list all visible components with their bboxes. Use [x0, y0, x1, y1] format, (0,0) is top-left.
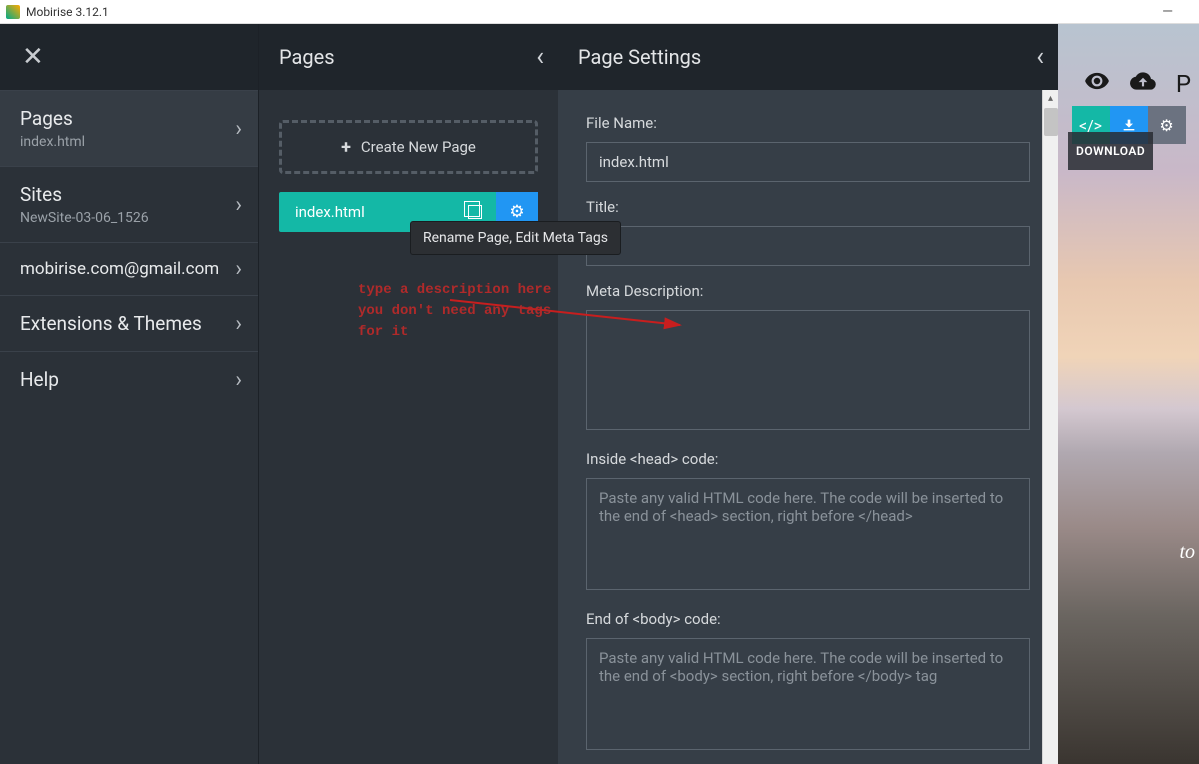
sidebar-item-label: Extensions & Themes [20, 312, 238, 335]
page-settings-tooltip: Rename Page, Edit Meta Tags [410, 221, 621, 255]
sidebar-item-help[interactable]: Help › [0, 351, 258, 407]
app-icon [6, 5, 20, 19]
close-icon[interactable]: ✕ [22, 42, 44, 72]
back-chevron-icon[interactable]: ‹ [1036, 42, 1044, 72]
annotation-text: type a description here you don't need a… [358, 280, 551, 343]
body-code-label: End of <body> code: [586, 610, 1030, 628]
preview-pane: </> ⚙ DOWNLOAD to [1058, 24, 1199, 764]
back-chevron-icon[interactable]: ‹ [536, 42, 544, 72]
copy-icon [468, 205, 482, 219]
chevron-right-icon: › [235, 367, 242, 392]
settings-body: File Name: Title: Meta Description: Insi… [558, 90, 1058, 764]
meta-description-input[interactable] [586, 310, 1030, 430]
sidebar-item-account[interactable]: mobirise.com@gmail.com › [0, 242, 258, 295]
letter-p-icon: P [1176, 70, 1191, 98]
settings-panel-title: Page Settings [578, 45, 701, 69]
sidebar-item-pages[interactable]: Pages index.html › [0, 90, 258, 166]
file-name-input[interactable] [586, 142, 1030, 182]
sidebar-item-sublabel: index.html [20, 134, 238, 150]
gear-icon: ⚙ [1159, 116, 1173, 135]
preview-eye-icon[interactable] [1084, 68, 1110, 100]
pages-panel: Pages ‹ + Create New Page index.html ⚙ [258, 24, 558, 764]
download-label: DOWNLOAD [1068, 132, 1153, 170]
scroll-up-icon[interactable]: ▴ [1043, 90, 1058, 106]
page-name: index.html [279, 203, 454, 221]
chevron-right-icon: › [235, 116, 242, 141]
window-title: Mobirise 3.12.1 [26, 5, 109, 19]
sidebar-item-sublabel: NewSite-03-06_1526 [20, 210, 238, 226]
top-right-toolbar: P [1059, 54, 1199, 114]
sidebar-item-label: Help [20, 368, 238, 391]
chevron-right-icon: › [235, 192, 242, 217]
head-code-label: Inside <head> code: [586, 450, 1030, 468]
title-input[interactable] [586, 226, 1030, 266]
main-sidebar: ✕ Pages index.html › Sites NewSite-03-06… [0, 24, 258, 764]
meta-description-label: Meta Description: [586, 282, 1030, 300]
plus-icon: + [341, 137, 351, 158]
sidebar-item-label: Sites [20, 183, 238, 206]
create-new-page-label: Create New Page [361, 138, 476, 156]
sidebar-item-label: mobirise.com@gmail.com [20, 259, 238, 279]
create-new-page-button[interactable]: + Create New Page [279, 120, 538, 174]
chevron-right-icon: › [235, 257, 242, 282]
preview-text-fragment: to [1179, 541, 1195, 564]
sidebar-item-sites[interactable]: Sites NewSite-03-06_1526 › [0, 166, 258, 242]
pages-panel-header: Pages ‹ [259, 24, 558, 90]
settings-panel-header: Page Settings ‹ [558, 24, 1058, 90]
sidebar-item-extensions[interactable]: Extensions & Themes › [0, 295, 258, 351]
window-titlebar: Mobirise 3.12.1 — [0, 0, 1199, 24]
scrollbar-thumb[interactable] [1044, 108, 1058, 136]
pages-panel-title: Pages [279, 45, 335, 69]
file-name-label: File Name: [586, 114, 1030, 132]
scrollbar-track[interactable]: ▴ [1042, 90, 1058, 764]
chevron-right-icon: › [235, 311, 242, 336]
publish-cloud-icon[interactable] [1130, 68, 1156, 100]
minimize-button[interactable]: — [1162, 4, 1173, 20]
download-icon [1121, 117, 1137, 133]
sidebar-close-row: ✕ [0, 24, 258, 90]
body-code-input[interactable] [586, 638, 1030, 750]
head-code-input[interactable] [586, 478, 1030, 590]
sidebar-item-label: Pages [20, 107, 238, 130]
page-settings-panel: Page Settings ‹ File Name: Title: Meta D… [558, 24, 1058, 764]
gear-icon: ⚙ [509, 202, 524, 222]
title-label: Title: [586, 198, 1030, 216]
